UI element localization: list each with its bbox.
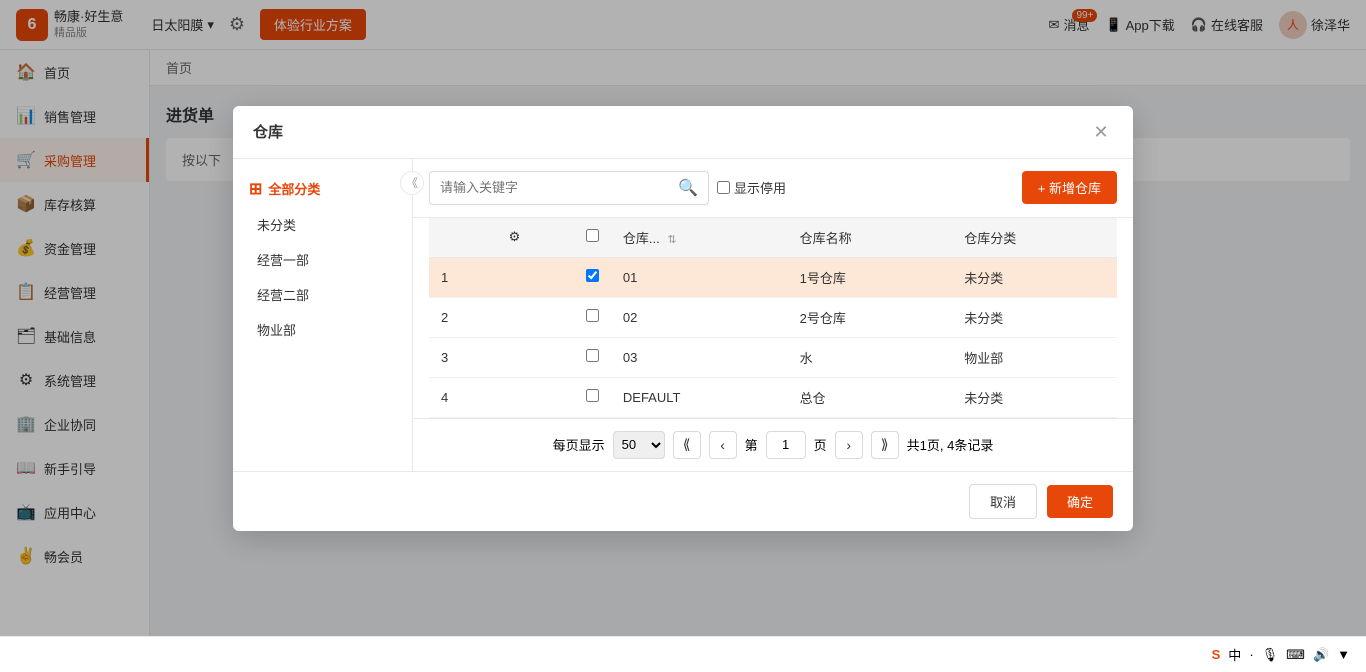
th-category[interactable]: 仓库分类 — [952, 218, 1117, 258]
cell-category: 未分类 — [952, 377, 1117, 417]
category-item-dept1[interactable]: 经营一部 — [233, 242, 412, 277]
show-disabled-label[interactable]: 显示停用 — [717, 178, 786, 197]
cell-checkbox — [574, 377, 611, 417]
first-page-button[interactable]: ⟪ — [673, 431, 701, 459]
th-name[interactable]: 仓库名称 — [788, 218, 953, 258]
search-wrap: 🔍 — [429, 171, 709, 205]
cell-code: 03 — [611, 337, 788, 377]
cell-name: 水 — [788, 337, 953, 377]
cell-num: 3 — [429, 337, 497, 377]
cell-category: 物业部 — [952, 337, 1117, 377]
category-item-unclassified[interactable]: 未分类 — [233, 207, 412, 242]
cell-code: 02 — [611, 297, 788, 337]
cell-category: 未分类 — [952, 297, 1117, 337]
cancel-button[interactable]: 取消 — [969, 484, 1037, 519]
grid-icon: ⊞ — [249, 179, 262, 199]
cell-num: 4 — [429, 377, 497, 417]
table-row[interactable]: 2 02 2号仓库 未分类 — [429, 297, 1117, 337]
table-header-row: ⚙ 仓库... ⇅ 仓库名称 仓库分类 — [429, 218, 1117, 258]
cell-code: DEFAULT — [611, 377, 788, 417]
statusbar-icon-3: · — [1249, 647, 1253, 662]
cell-checkbox — [574, 257, 611, 297]
category-all[interactable]: ⊞ 全部分类 — [233, 171, 412, 207]
cell-name: 总仓 — [788, 377, 953, 417]
cell-name: 1号仓库 — [788, 257, 953, 297]
modal-overlay: 仓库 ✕ 《 ⊞ 全部分类 未分类 经营一部 经营二部 物业部 — [0, 0, 1366, 636]
cell-checkbox — [574, 297, 611, 337]
total-label: 共1页, 4条记录 — [907, 435, 994, 454]
cell-code: 01 — [611, 257, 788, 297]
th-code[interactable]: 仓库... ⇅ — [611, 218, 788, 258]
category-item-property[interactable]: 物业部 — [233, 312, 412, 347]
statusbar-icon-5: ⌨ — [1286, 647, 1305, 663]
warehouse-table-wrap: ⚙ 仓库... ⇅ 仓库名称 仓库分类 — [413, 218, 1133, 418]
row-checkbox[interactable] — [586, 349, 599, 362]
table-row[interactable]: 1 01 1号仓库 未分类 — [429, 257, 1117, 297]
page-label: 第 — [745, 435, 758, 454]
cell-num: 2 — [429, 297, 497, 337]
modal-title: 仓库 — [253, 121, 283, 142]
warehouse-modal: 仓库 ✕ 《 ⊞ 全部分类 未分类 经营一部 经营二部 物业部 — [233, 106, 1133, 531]
add-warehouse-button[interactable]: + 新增仓库 — [1022, 171, 1117, 204]
statusbar-icon-2: 中 — [1228, 645, 1241, 664]
cell-dots — [497, 257, 574, 297]
cell-checkbox — [574, 337, 611, 377]
th-num — [429, 218, 497, 258]
row-checkbox[interactable] — [586, 389, 599, 402]
row-checkbox[interactable] — [586, 309, 599, 322]
th-checkbox — [574, 218, 611, 258]
warehouse-list-panel: 🔍 显示停用 + 新增仓库 ⚙ — [413, 159, 1133, 471]
cell-dots — [497, 377, 574, 417]
row-checkbox[interactable] — [586, 269, 599, 282]
statusbar: S 中 · 🎙 ⌨ 🔊 ▼ — [0, 636, 1366, 672]
table-row[interactable]: 3 03 水 物业部 — [429, 337, 1117, 377]
search-input[interactable] — [430, 174, 668, 201]
page-number-input[interactable] — [766, 431, 806, 459]
search-button[interactable]: 🔍 — [668, 172, 708, 204]
show-disabled-checkbox[interactable] — [717, 181, 730, 194]
statusbar-icon-1: S — [1212, 647, 1221, 662]
category-panel: 《 ⊞ 全部分类 未分类 经营一部 经营二部 物业部 — [233, 159, 413, 471]
statusbar-icon-6: 🔊 — [1313, 647, 1329, 663]
collapse-button[interactable]: 《 — [400, 171, 424, 195]
cell-num: 1 — [429, 257, 497, 297]
modal-body: 《 ⊞ 全部分类 未分类 经营一部 经营二部 物业部 🔍 — [233, 159, 1133, 471]
per-page-select[interactable]: 50 100 200 — [613, 431, 665, 459]
next-page-button[interactable]: › — [835, 431, 863, 459]
category-item-dept2[interactable]: 经营二部 — [233, 277, 412, 312]
sort-icon-code: ⇅ — [667, 234, 676, 246]
statusbar-icon-4: 🎙 — [1262, 647, 1279, 663]
prev-page-button[interactable]: ‹ — [709, 431, 737, 459]
statusbar-icon-7: ▼ — [1337, 647, 1350, 662]
cell-dots — [497, 337, 574, 377]
per-page-label: 每页显示 — [553, 435, 605, 454]
table-row[interactable]: 4 DEFAULT 总仓 未分类 — [429, 377, 1117, 417]
warehouse-table: ⚙ 仓库... ⇅ 仓库名称 仓库分类 — [429, 218, 1117, 418]
confirm-button[interactable]: 确定 — [1047, 485, 1113, 518]
modal-header: 仓库 ✕ — [233, 106, 1133, 159]
modal-close-button[interactable]: ✕ — [1089, 120, 1113, 144]
page-unit: 页 — [814, 435, 827, 454]
cell-name: 2号仓库 — [788, 297, 953, 337]
cell-category: 未分类 — [952, 257, 1117, 297]
cell-dots — [497, 297, 574, 337]
th-settings: ⚙ — [497, 218, 574, 258]
modal-footer: 取消 确定 — [233, 471, 1133, 531]
last-page-button[interactable]: ⟫ — [871, 431, 899, 459]
select-all-checkbox[interactable] — [586, 229, 599, 242]
warehouse-toolbar: 🔍 显示停用 + 新增仓库 — [413, 159, 1133, 218]
pagination: 每页显示 50 100 200 ⟪ ‹ 第 页 › ⟫ 共1页, 4条记录 — [413, 418, 1133, 471]
